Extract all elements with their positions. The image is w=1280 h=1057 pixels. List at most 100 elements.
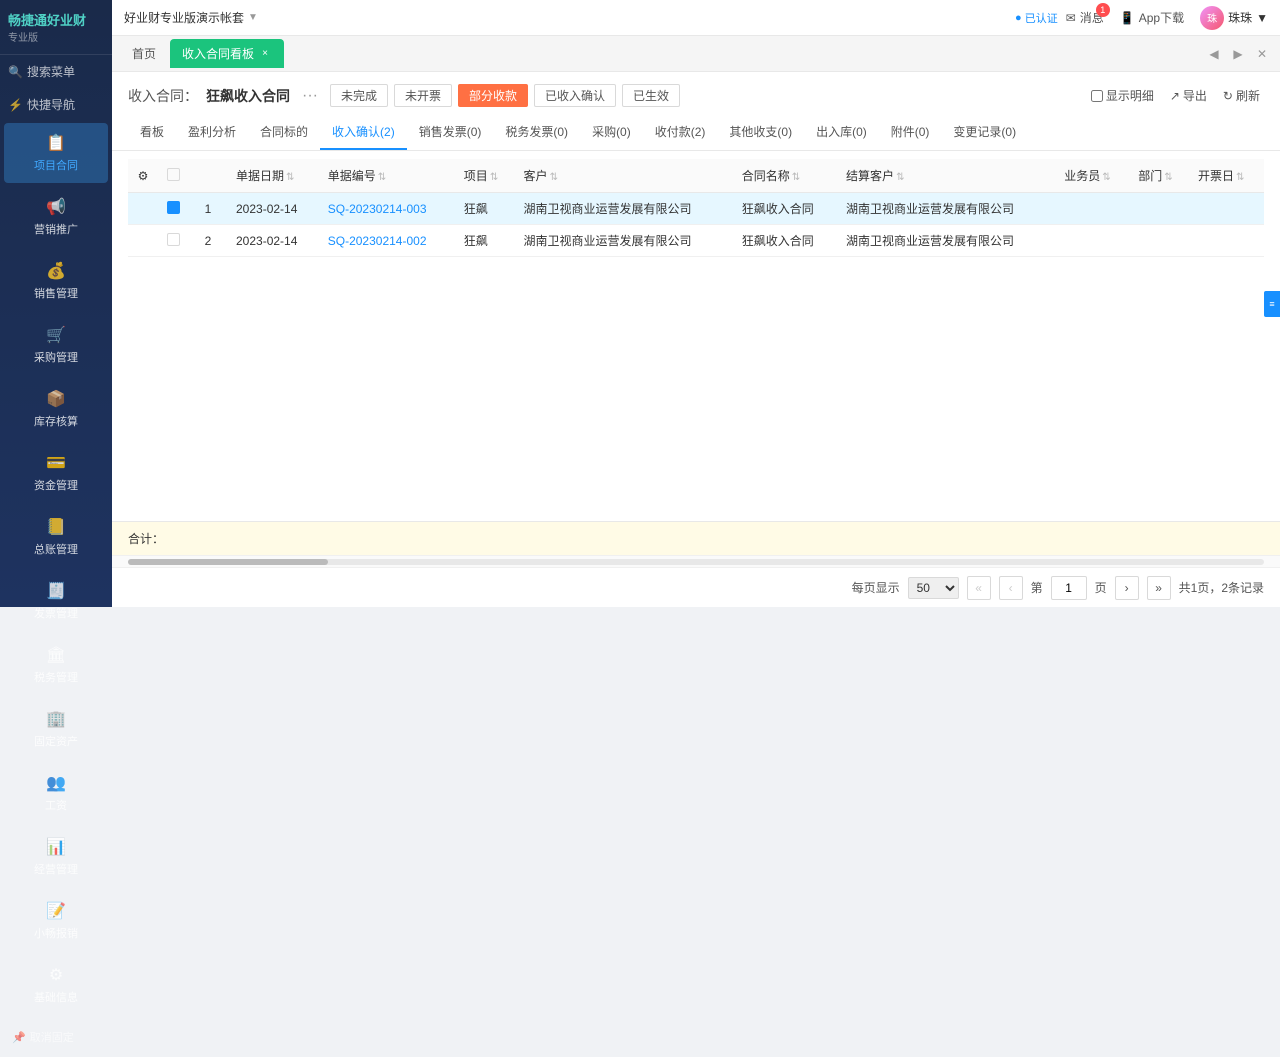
tab-payment[interactable]: 收付款(2) <box>643 115 718 150</box>
invoice-icon: 🧾 <box>46 581 66 601</box>
business-mgmt-icon: 📊 <box>46 837 66 857</box>
row-index: 2 <box>188 225 228 257</box>
last-page-button[interactable]: » <box>1147 576 1171 600</box>
export-button[interactable]: ↗ 导出 <box>1166 85 1211 106</box>
company-name: 好业财专业版演示帐套 <box>124 9 244 26</box>
sidebar-item-reports[interactable]: 📝 小畅报销 <box>4 891 108 951</box>
sidebar-item-funds[interactable]: 💳 资金管理 <box>4 443 108 503</box>
col-contract-name[interactable]: 合同名称⇅ <box>734 159 838 193</box>
show-detail-checkbox[interactable] <box>1091 90 1103 102</box>
app-name: 畅捷通好业财 <box>8 10 104 29</box>
row-checkbox[interactable] <box>167 233 180 246</box>
tab-income-confirm[interactable]: 收入确认(2) <box>320 115 407 150</box>
sidebar-item-sales[interactable]: 💰 销售管理 <box>4 251 108 311</box>
tab-purchase[interactable]: 采购(0) <box>580 115 643 150</box>
col-checkbox[interactable] <box>158 159 188 193</box>
refresh-button[interactable]: ↻ 刷新 <box>1219 85 1264 106</box>
tab-warehouse[interactable]: 出入库(0) <box>804 115 879 150</box>
row-contract-name: 狂飙收入合同 <box>734 193 838 225</box>
first-page-button[interactable]: « <box>967 576 991 600</box>
sub-tabs: 看板 盈利分析 合同标的 收入确认(2) 销售发票(0) 税务发票(0) 采购(… <box>112 115 1280 151</box>
tab-profit[interactable]: 盈利分析 <box>176 115 248 150</box>
col-settlement-customer[interactable]: 结算客户⇅ <box>838 159 1056 193</box>
page-input[interactable] <box>1051 576 1087 600</box>
sidebar-quicknav[interactable]: ⚡ 快捷导航 <box>0 88 112 121</box>
app-download-label: App下载 <box>1139 9 1184 26</box>
tab-board[interactable]: 看板 <box>128 115 176 150</box>
tab-sales-invoice[interactable]: 销售发票(0) <box>407 115 494 150</box>
row-number[interactable]: SQ-20230214-002 <box>320 225 456 257</box>
tab-next-button[interactable]: ▶ <box>1228 44 1248 64</box>
select-all-checkbox[interactable] <box>167 168 180 181</box>
right-fab-button[interactable]: ≡ <box>1264 291 1280 317</box>
sidebar-item-tax[interactable]: 🏛 税务管理 <box>4 635 108 695</box>
breadcrumb-label: 收入合同： <box>128 86 198 106</box>
sidebar-item-general-ledger[interactable]: 📒 总账管理 <box>4 507 108 567</box>
row-checkbox-cell[interactable] <box>158 193 188 225</box>
message-button[interactable]: ✉ 1 消息 <box>1066 9 1104 26</box>
col-date[interactable]: 单据日期⇅ <box>228 159 320 193</box>
pagination-total: 共1页，2条记录 <box>1179 579 1264 596</box>
row-number-link[interactable]: SQ-20230214-003 <box>328 202 427 216</box>
sidebar-item-label: 营销推广 <box>34 221 78 237</box>
content-header: 收入合同： 狂飙收入合同 ··· 未完成 未开票 部分收款 已收入确认 已生效 … <box>112 72 1280 107</box>
col-settings[interactable]: ⚙ <box>128 159 158 193</box>
sidebar-item-inventory[interactable]: 📦 库存核算 <box>4 379 108 439</box>
status-tag-incomplete[interactable]: 未完成 <box>330 84 388 107</box>
status-tag-uninvoiced[interactable]: 未开票 <box>394 84 452 107</box>
col-customer[interactable]: 客户⇅ <box>516 159 734 193</box>
col-project[interactable]: 项目⇅ <box>456 159 516 193</box>
row-checkbox-cell[interactable] <box>158 225 188 257</box>
tab-change-log[interactable]: 变更记录(0) <box>941 115 1028 150</box>
prev-page-button[interactable]: ‹ <box>999 576 1023 600</box>
refresh-icon: ↻ <box>1223 89 1233 103</box>
col-number[interactable]: 单据编号⇅ <box>320 159 456 193</box>
sidebar-search[interactable]: 🔍 搜索菜单 <box>0 55 112 88</box>
status-tag-partial[interactable]: 部分收款 <box>458 84 528 107</box>
active-tab[interactable]: 收入合同看板 × <box>170 39 284 68</box>
app-download-button[interactable]: 📱 App下载 <box>1120 9 1184 26</box>
status-tag-confirmed[interactable]: 已收入确认 <box>534 84 616 107</box>
home-tab[interactable]: 首页 <box>120 39 168 68</box>
sidebar-item-invoice[interactable]: 🧾 发票管理 <box>4 571 108 631</box>
contract-name: 狂飙收入合同 <box>206 86 290 106</box>
pin-button[interactable]: 📌 取消固定 <box>8 1025 104 1049</box>
sidebar-item-label: 总账管理 <box>34 541 78 557</box>
more-button[interactable]: ··· <box>298 87 322 105</box>
row-checkbox[interactable] <box>167 201 180 214</box>
col-salesperson[interactable]: 业务员⇅ <box>1056 159 1130 193</box>
tab-close-button[interactable]: ✕ <box>1252 44 1272 64</box>
status-tag-effective[interactable]: 已生效 <box>622 84 680 107</box>
row-project: 狂飙 <box>456 193 516 225</box>
col-department[interactable]: 部门⇅ <box>1130 159 1190 193</box>
row-gear[interactable] <box>128 193 158 225</box>
sidebar-item-business-mgmt[interactable]: 📊 经营管理 <box>4 827 108 887</box>
sidebar-item-label: 固定资产 <box>34 733 78 749</box>
next-page-button[interactable]: › <box>1115 576 1139 600</box>
tax-icon: 🏛 <box>46 645 66 665</box>
tab-prev-button[interactable]: ◀ <box>1204 44 1224 64</box>
sidebar-item-basic-info[interactable]: ⚙ 基础信息 <box>4 955 108 1015</box>
tab-tax-invoice[interactable]: 税务发票(0) <box>493 115 580 150</box>
sidebar-item-marketing[interactable]: 📢 营销推广 <box>4 187 108 247</box>
sidebar-item-purchase[interactable]: 🛒 采购管理 <box>4 315 108 375</box>
user-menu[interactable]: 珠 珠珠 ▼ <box>1200 6 1268 30</box>
sidebar-item-project-contract[interactable]: 📋 项目合同 <box>4 123 108 183</box>
tab-attachments[interactable]: 附件(0) <box>879 115 942 150</box>
per-page-select[interactable]: 50 100 200 <box>908 577 959 599</box>
row-number-link[interactable]: SQ-20230214-002 <box>328 234 427 248</box>
col-open-date[interactable]: 开票日⇅ <box>1190 159 1264 193</box>
tab-contract-standard[interactable]: 合同标的 <box>248 115 320 150</box>
company-selector[interactable]: 好业财专业版演示帐套 ▼ <box>124 9 1007 26</box>
horizontal-scrollbar[interactable] <box>112 555 1280 567</box>
row-gear[interactable] <box>128 225 158 257</box>
tab-other-income[interactable]: 其他收支(0) <box>717 115 804 150</box>
close-tab-button[interactable]: × <box>258 47 272 61</box>
row-number[interactable]: SQ-20230214-003 <box>320 193 456 225</box>
sidebar-item-fixed-assets[interactable]: 🏢 固定资产 <box>4 699 108 759</box>
home-label: 首页 <box>132 47 156 61</box>
phone-icon: 📱 <box>1120 11 1135 25</box>
scrollbar-thumb[interactable] <box>128 559 328 565</box>
show-detail-button[interactable]: 显示明细 <box>1087 85 1158 106</box>
sidebar-item-hr[interactable]: 👥 工资 <box>4 763 108 823</box>
